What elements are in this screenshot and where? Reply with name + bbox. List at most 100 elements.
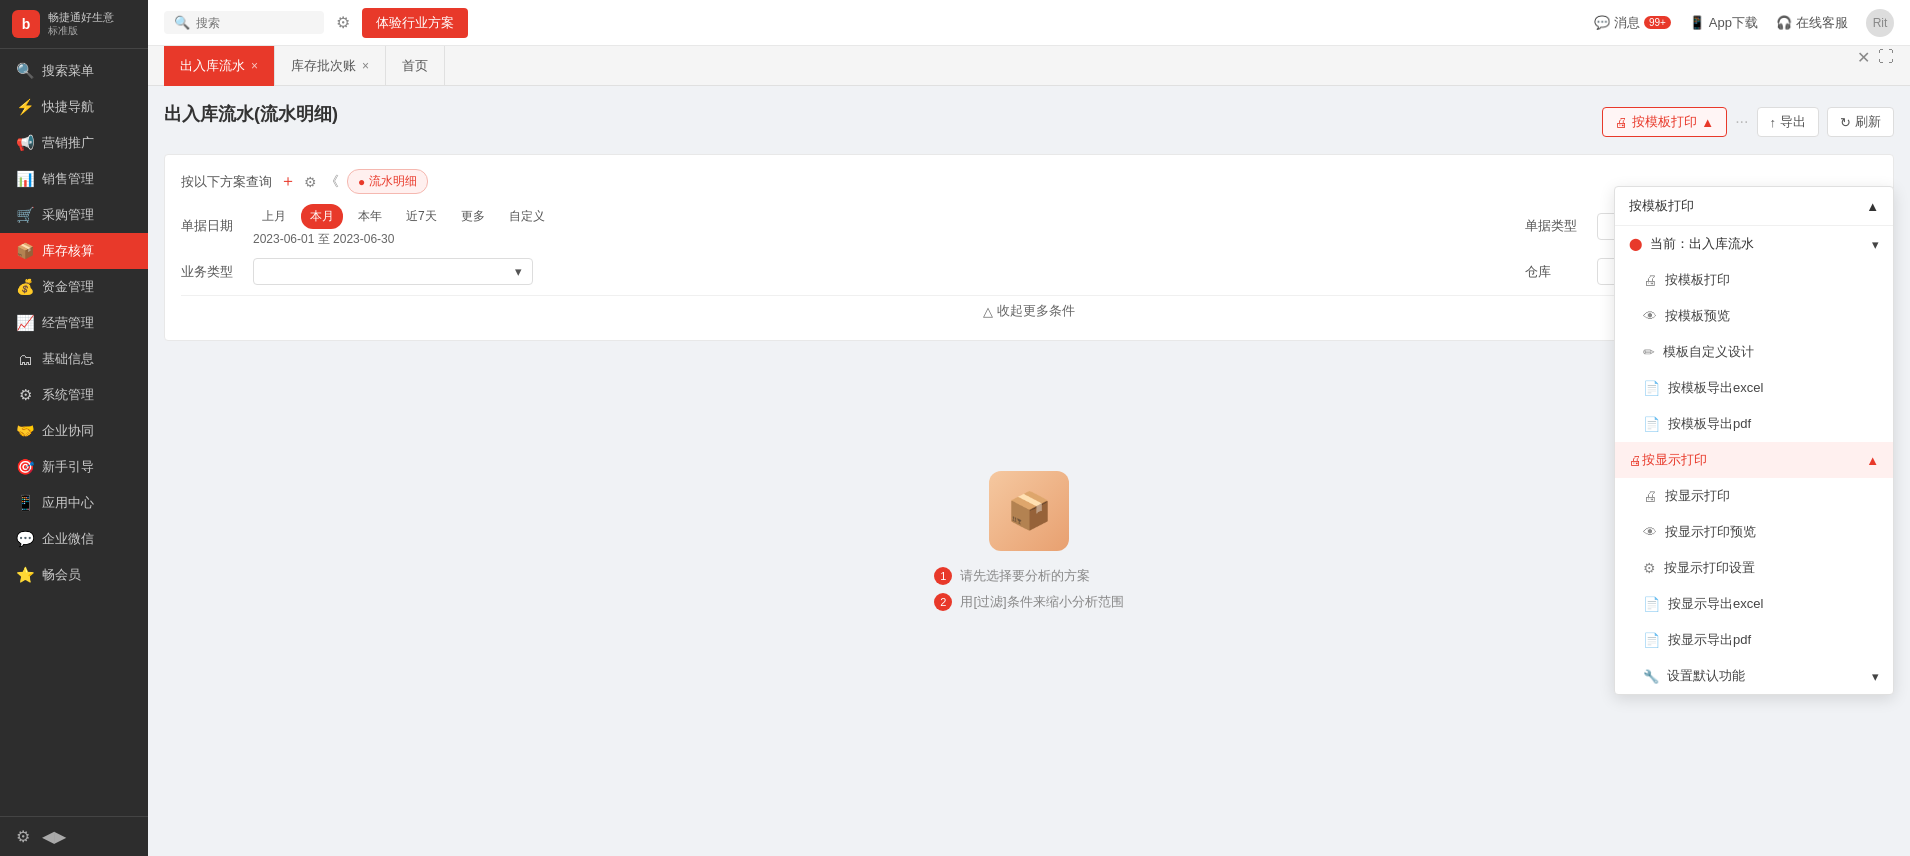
- date-btn-自定义[interactable]: 自定义: [500, 204, 554, 229]
- sidebar-item-search[interactable]: 🔍搜索菜单: [0, 53, 148, 89]
- empty-illustration: 📦: [989, 471, 1069, 551]
- sidebar-item-sales[interactable]: 📊销售管理: [0, 161, 148, 197]
- filter-label: 按以下方案查询: [181, 173, 272, 191]
- collapse-up-icon: △: [983, 304, 993, 319]
- sidebar-item-app-center[interactable]: 📱应用中心: [0, 485, 148, 521]
- display-excel-icon: 📄: [1643, 596, 1660, 612]
- type-label: 单据类型: [1525, 217, 1581, 235]
- add-filter-icon[interactable]: ＋: [280, 171, 296, 192]
- topbar-gear-icon[interactable]: ⚙: [336, 13, 350, 32]
- date-btn-近7天[interactable]: 近7天: [397, 204, 446, 229]
- sidebar-label: 企业微信: [42, 530, 94, 548]
- dropdown-current[interactable]: ⬤当前：出入库流水▾: [1615, 226, 1893, 262]
- filter-settings-icon[interactable]: ⚙: [304, 174, 317, 190]
- export-button[interactable]: ↑ 导出: [1757, 107, 1820, 137]
- dropdown-item-template-custom[interactable]: ✏模板自定义设计: [1615, 334, 1893, 370]
- user-avatar[interactable]: Rit: [1866, 9, 1894, 37]
- tab-label: 库存批次账: [291, 57, 356, 75]
- dropdown-item-display-pdf[interactable]: 📄按显示导出pdf: [1615, 622, 1893, 658]
- tab-batch[interactable]: 库存批次账 ×: [275, 46, 386, 86]
- sidebar-item-quick-nav[interactable]: ⚡快捷导航: [0, 89, 148, 125]
- inventory-icon: 📦: [16, 242, 34, 260]
- dropdown-item-display-print-settings[interactable]: ⚙按显示打印设置: [1615, 550, 1893, 586]
- sidebar-bottom: ⚙ ◀▶: [0, 816, 148, 856]
- business-label: 业务类型: [181, 263, 237, 281]
- template-preview-icon: 👁: [1643, 308, 1657, 324]
- app-download-button[interactable]: 📱 App下载: [1689, 14, 1758, 32]
- sidebar-item-finance[interactable]: 💰资金管理: [0, 269, 148, 305]
- close-window-icon[interactable]: ✕: [1857, 48, 1870, 67]
- display-print-section-icon: 🖨: [1629, 453, 1642, 468]
- dropdown-collapse-icon[interactable]: ▲: [1866, 199, 1879, 214]
- dropdown-section-display-print-section[interactable]: 🖨按显示打印▲: [1615, 442, 1893, 478]
- sidebar-item-basic[interactable]: 🗂基础信息: [0, 341, 148, 377]
- display-preview-icon: 👁: [1643, 524, 1657, 540]
- sidebar-item-purchase[interactable]: 🛒 采购管理: [0, 197, 148, 233]
- dropdown-item-display-excel[interactable]: 📄按显示导出excel: [1615, 586, 1893, 622]
- tab-close-icon[interactable]: ×: [362, 59, 369, 73]
- basic-icon: 🗂: [16, 351, 34, 368]
- filter-collapse-icon[interactable]: 《: [325, 173, 339, 191]
- enterprise-icon: 🤝: [16, 422, 34, 440]
- sidebar-item-wechat[interactable]: 💬 企业微信: [0, 521, 148, 557]
- trial-button[interactable]: 体验行业方案: [362, 8, 468, 38]
- sidebar-item-inventory[interactable]: 📦库存核算: [0, 233, 148, 269]
- dropdown-item-template-print[interactable]: 🖨按模板打印: [1615, 262, 1893, 298]
- maximize-icon[interactable]: ⛶: [1878, 48, 1894, 67]
- date-btn-更多[interactable]: 更多: [452, 204, 494, 229]
- page-content: 出入库流水(流水明细) 🖨 按模板打印 ▲ ··· ↑ 导出 ↻ 刷新: [148, 86, 1910, 856]
- template-pdf-icon: 📄: [1643, 416, 1660, 432]
- tab-flow[interactable]: 出入库流水 ×: [164, 46, 275, 86]
- template-print-icon: 🖨: [1643, 272, 1657, 288]
- dropdown-header: 按模板打印▲: [1615, 187, 1893, 226]
- template-print-button[interactable]: 🖨 按模板打印 ▲: [1602, 107, 1727, 137]
- collapse-icon[interactable]: ◀▶: [42, 827, 66, 846]
- topbar-search-box[interactable]: 🔍: [164, 11, 324, 34]
- dropdown-item-display-preview[interactable]: 👁按显示打印预览: [1615, 514, 1893, 550]
- settings-icon[interactable]: ⚙: [16, 827, 30, 846]
- date-btn-本月[interactable]: 本月: [301, 204, 343, 229]
- online-service-button[interactable]: 🎧 在线客服: [1776, 14, 1848, 32]
- topbar-right: 💬 消息 99+ 📱 App下载 🎧 在线客服 Rit: [1594, 9, 1894, 37]
- sidebar-item-member[interactable]: ⭐畅会员: [0, 557, 148, 593]
- sidebar-item-enterprise[interactable]: 🤝 企业协同: [0, 413, 148, 449]
- sidebar-item-guide[interactable]: 🎯新手引导: [0, 449, 148, 485]
- ellipsis-icon: ···: [1735, 113, 1748, 131]
- dropdown-item-display-print[interactable]: 🖨按显示打印: [1615, 478, 1893, 514]
- app-name: 畅捷通好生意: [48, 10, 114, 24]
- sidebar-label: 新手引导: [42, 458, 94, 476]
- search-icon: 🔍: [174, 15, 190, 30]
- sidebar-item-marketing[interactable]: 📢营销推广: [0, 125, 148, 161]
- date-btn-本年[interactable]: 本年: [349, 204, 391, 229]
- dropdown-item-template-excel[interactable]: 📄按模板导出excel: [1615, 370, 1893, 406]
- sidebar-label: 采购管理: [42, 206, 94, 224]
- dropdown-section-set-default[interactable]: 🔧设置默认功能▾: [1615, 658, 1893, 694]
- template-print-dropdown: 按模板打印▲⬤当前：出入库流水▾🖨按模板打印👁按模板预览✏模板自定义设计📄按模板…: [1614, 186, 1894, 695]
- sidebar-label: 经营管理: [42, 314, 94, 332]
- sales-icon: 📊: [16, 170, 34, 188]
- business-select[interactable]: ▾: [253, 258, 533, 285]
- sidebar-item-system[interactable]: ⚙系统管理: [0, 377, 148, 413]
- sidebar-label: 企业协同: [42, 422, 94, 440]
- wechat-icon: 💬: [16, 530, 34, 548]
- date-btn-上月[interactable]: 上月: [253, 204, 295, 229]
- search-input[interactable]: [196, 16, 296, 30]
- refresh-button[interactable]: ↻ 刷新: [1827, 107, 1894, 137]
- template-custom-icon: ✏: [1643, 344, 1655, 360]
- purchase-icon: 🛒: [16, 206, 34, 224]
- page-title: 出入库流水(流水明细): [164, 102, 338, 126]
- dropdown-item-template-pdf[interactable]: 📄按模板导出pdf: [1615, 406, 1893, 442]
- sidebar-item-business[interactable]: 📈经营管理: [0, 305, 148, 341]
- flow-filter-tag[interactable]: ● 流水明细: [347, 169, 428, 194]
- message-button[interactable]: 💬 消息 99+: [1594, 14, 1671, 32]
- sidebar-label: 资金管理: [42, 278, 94, 296]
- chevron-down-icon2: ▾: [515, 264, 522, 279]
- sidebar-nav: 🔍搜索菜单⚡快捷导航📢营销推广📊销售管理 🛒 采购管理 📦库存核算💰资金管理📈经营管理…: [0, 49, 148, 816]
- chevron-icon: ▾: [1872, 237, 1879, 252]
- system-icon: ⚙: [16, 386, 34, 404]
- tab-close-icon[interactable]: ×: [251, 59, 258, 73]
- display-pdf-icon: 📄: [1643, 632, 1660, 648]
- dropdown-item-template-preview[interactable]: 👁按模板预览: [1615, 298, 1893, 334]
- tab-home[interactable]: 首页: [386, 46, 445, 86]
- section-chevron: ▲: [1866, 453, 1879, 468]
